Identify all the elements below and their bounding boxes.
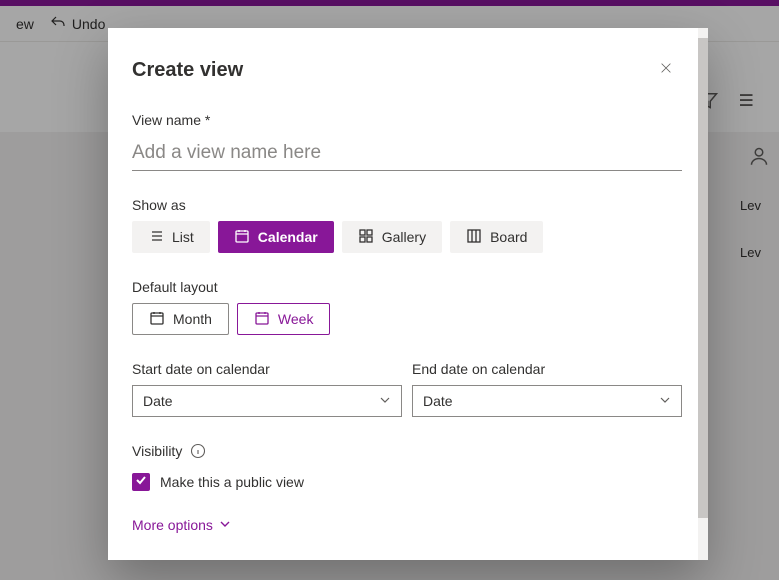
end-date-label: End date on calendar bbox=[412, 361, 682, 377]
label: Week bbox=[278, 311, 314, 327]
list-view-icon bbox=[148, 228, 164, 247]
start-date-label: Start date on calendar bbox=[132, 361, 402, 377]
board-icon bbox=[466, 228, 482, 247]
view-name-input[interactable] bbox=[132, 136, 682, 171]
public-label: Make this a public view bbox=[160, 474, 304, 490]
start-date-select[interactable]: Date bbox=[132, 385, 402, 417]
label: Gallery bbox=[382, 229, 426, 245]
check-icon bbox=[135, 473, 147, 491]
show-as-label: Show as bbox=[132, 197, 682, 213]
modal-title: Create view bbox=[132, 59, 243, 82]
chevron-down-icon bbox=[659, 393, 671, 409]
calendar-icon bbox=[149, 310, 165, 329]
visibility-label: Visibility bbox=[132, 443, 182, 459]
more-options-toggle[interactable]: More options bbox=[132, 517, 682, 533]
calendar-icon bbox=[254, 310, 270, 329]
label: Month bbox=[173, 311, 212, 327]
default-layout-label: Default layout bbox=[132, 279, 682, 295]
scrollbar-thumb[interactable] bbox=[698, 38, 708, 518]
label: Board bbox=[490, 229, 527, 245]
show-as-list[interactable]: List bbox=[132, 221, 210, 253]
close-icon bbox=[659, 61, 673, 80]
end-date-select[interactable]: Date bbox=[412, 385, 682, 417]
select-value: Date bbox=[423, 393, 453, 409]
modal-scrollbar[interactable] bbox=[698, 28, 708, 560]
show-as-board[interactable]: Board bbox=[450, 221, 543, 253]
chevron-down-icon bbox=[219, 517, 231, 533]
show-as-calendar[interactable]: Calendar bbox=[218, 221, 334, 253]
label: More options bbox=[132, 517, 213, 533]
layout-month[interactable]: Month bbox=[132, 303, 229, 335]
layout-week[interactable]: Week bbox=[237, 303, 331, 335]
view-name-label: View name * bbox=[132, 112, 682, 128]
public-checkbox[interactable] bbox=[132, 473, 150, 491]
show-as-gallery[interactable]: Gallery bbox=[342, 221, 442, 253]
label: List bbox=[172, 229, 194, 245]
calendar-icon bbox=[234, 228, 250, 247]
label: Calendar bbox=[258, 229, 318, 245]
select-value: Date bbox=[143, 393, 173, 409]
create-view-modal: Create view View name * Show as List Cal… bbox=[108, 28, 706, 560]
close-button[interactable] bbox=[650, 54, 682, 86]
gallery-icon bbox=[358, 228, 374, 247]
info-icon[interactable] bbox=[190, 443, 206, 459]
chevron-down-icon bbox=[379, 393, 391, 409]
